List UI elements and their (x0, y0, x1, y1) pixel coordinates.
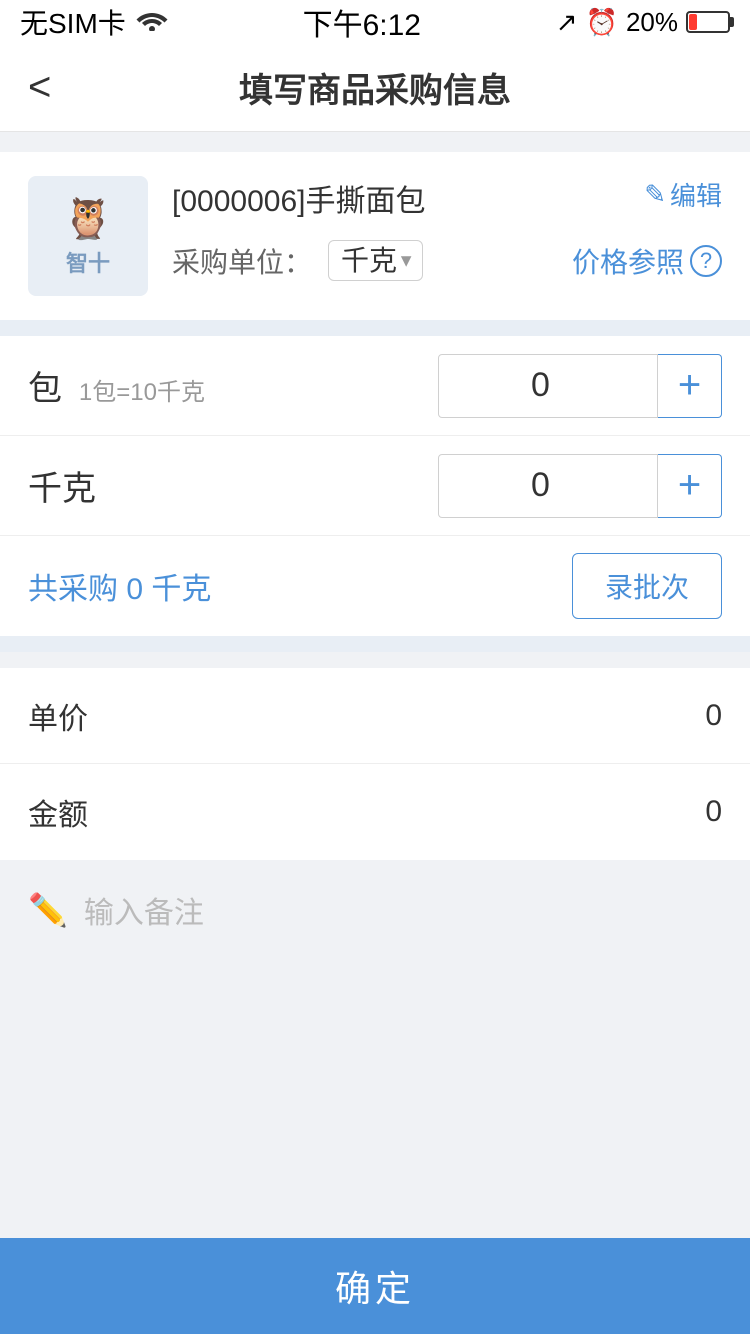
bag-label-group: 包 1包=10千克 (28, 361, 205, 410)
amount-label: 金额 (28, 790, 88, 834)
carrier-text: 无SIM卡 (20, 2, 126, 42)
back-button[interactable]: < (28, 65, 51, 110)
kg-label-group: 千克 (28, 461, 96, 510)
kg-unit-label: 千克 (28, 470, 96, 508)
amount-row: 金额 0 (0, 764, 750, 860)
product-card: 🦉 智十 [0000006]手撕面包 ✎ 编辑 采购单位： 千克 包 (0, 152, 750, 320)
note-placeholder: 输入备注 (84, 888, 204, 932)
status-bar: 无SIM卡 下午6:12 ↗ ⏰ 20% (0, 0, 750, 44)
location-icon: ↗ (556, 7, 578, 38)
bag-input-controls: + (438, 354, 722, 418)
batch-button[interactable]: 录批次 (572, 553, 722, 619)
battery-percent: 20% (626, 7, 678, 38)
input-section: 包 1包=10千克 + 千克 + (0, 336, 750, 536)
bag-quantity-input[interactable] (438, 354, 658, 418)
status-right: ↗ ⏰ 20% (556, 7, 730, 38)
status-left: 无SIM卡 (20, 2, 168, 42)
section-divider-2 (0, 636, 750, 652)
page-title: 填写商品采购信息 (239, 63, 511, 112)
alarm-icon: ⏰ (586, 7, 618, 38)
section-divider-1 (0, 320, 750, 336)
summary-text: 共采购 0 千克 (28, 564, 211, 608)
bag-plus-button[interactable]: + (658, 354, 722, 418)
help-icon: ? (690, 245, 722, 277)
price-ref-button[interactable]: 价格参照 ? (572, 241, 722, 281)
nav-bar: < 填写商品采购信息 (0, 44, 750, 132)
confirm-button[interactable]: 确定 (0, 1238, 750, 1334)
note-section[interactable]: ✏️ 输入备注 (0, 860, 750, 960)
kg-quantity-input[interactable] (438, 454, 658, 518)
unit-price-value: 0 (705, 699, 722, 733)
summary-row: 共采购 0 千克 录批次 (0, 536, 750, 636)
battery-icon (686, 11, 730, 33)
summary-unit: 千克 (151, 573, 211, 606)
bag-sub-label: 1包=10千克 (79, 379, 205, 406)
edit-button[interactable]: ✎ 编辑 (644, 176, 722, 213)
kg-plus-button[interactable]: + (658, 454, 722, 518)
unit-price-row: 单价 0 (0, 668, 750, 764)
status-time: 下午6:12 (303, 0, 421, 44)
edit-icon: ✎ (644, 179, 666, 210)
kg-input-row: 千克 + (0, 436, 750, 536)
unit-price-label: 单价 (28, 694, 88, 738)
product-thumbnail: 🦉 智十 (28, 176, 148, 296)
owl-icon: 🦉 (63, 195, 113, 242)
bag-unit-label: 包 (28, 370, 62, 408)
amount-value: 0 (705, 795, 722, 829)
summary-amount: 0 (126, 573, 143, 606)
wifi-icon (136, 6, 168, 38)
price-info-section: 单价 0 金额 0 (0, 668, 750, 860)
bag-input-row: 包 1包=10千克 + (0, 336, 750, 436)
kg-input-controls: + (438, 454, 722, 518)
price-ref-label: 价格参照 (572, 241, 684, 281)
note-icon: ✏️ (28, 891, 68, 929)
product-info: [0000006]手撕面包 ✎ 编辑 采购单位： 千克 包 价格参照 ? (172, 176, 722, 281)
unit-label: 采购单位： (172, 241, 312, 281)
unit-select[interactable]: 千克 包 (328, 240, 423, 281)
summary-prefix: 共采购 (28, 573, 118, 606)
product-name: [0000006]手撕面包 (172, 176, 425, 220)
empty-space (0, 960, 750, 1238)
edit-label: 编辑 (670, 176, 722, 213)
unit-select-wrap[interactable]: 千克 包 (328, 240, 423, 281)
thumb-text: 智十 (66, 246, 110, 278)
